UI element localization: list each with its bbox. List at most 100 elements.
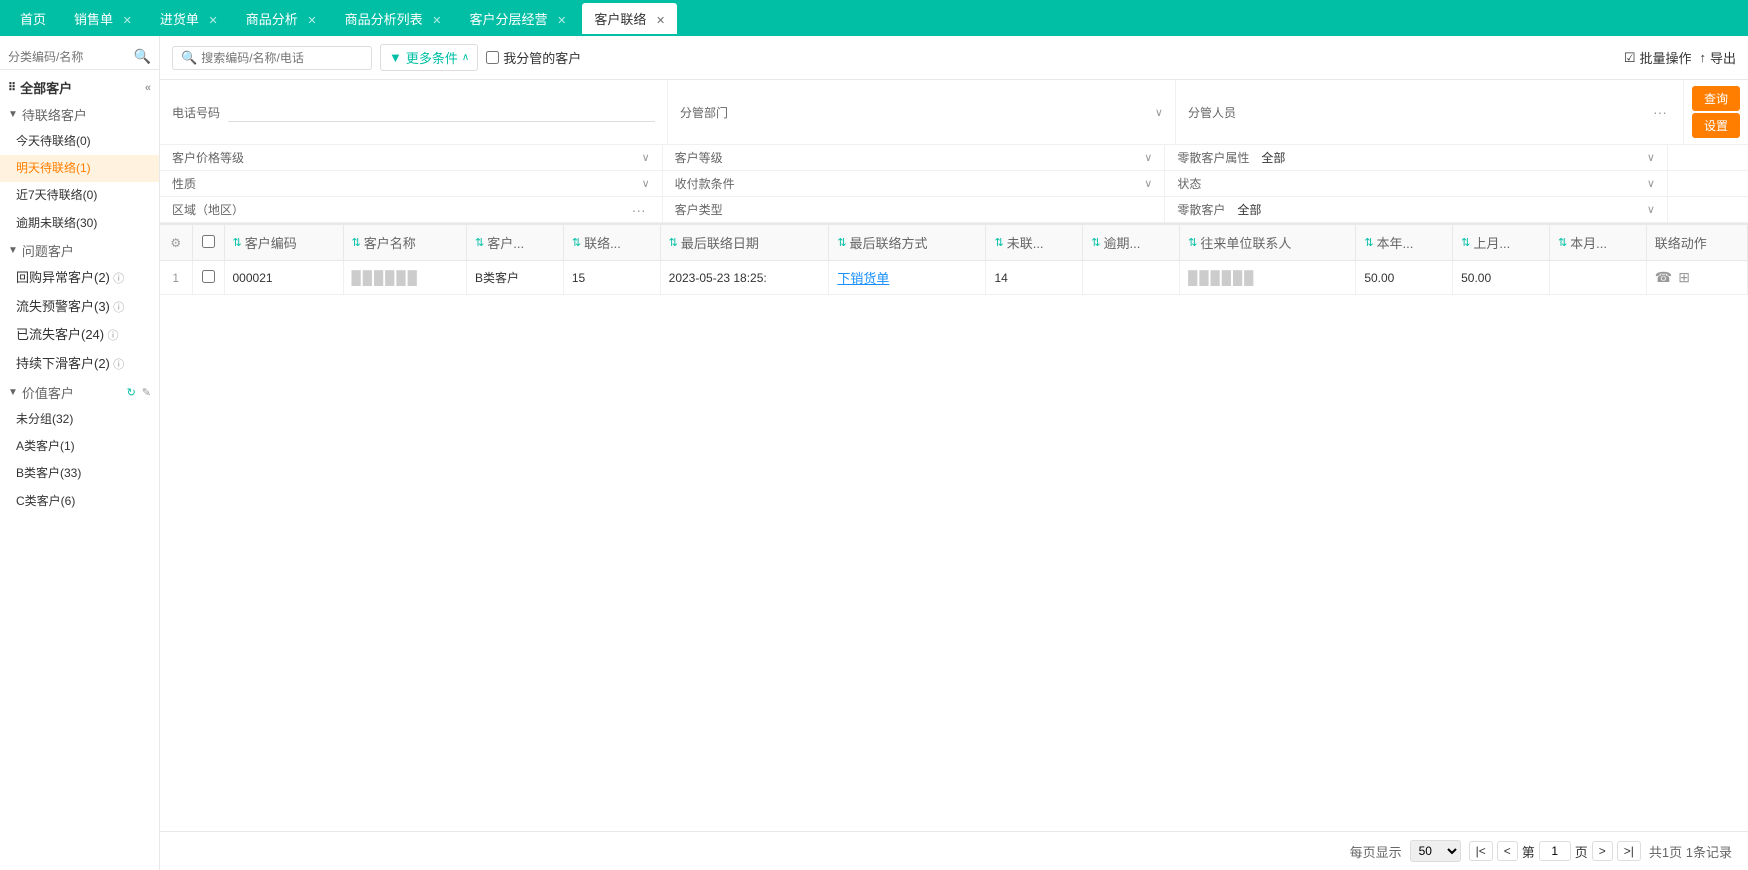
sidebar-item-type-c[interactable]: C类客户(6) — [0, 488, 159, 515]
page-number-input[interactable] — [1539, 841, 1571, 861]
close-customer-tier-icon[interactable]: ✕ — [557, 15, 566, 27]
search-box-icon: 🔍 — [181, 50, 197, 66]
td-last-contact-method: 下销货单 — [829, 261, 986, 295]
sidebar: 🔍 ⠿ 全部客户 « ▼ 待联络客户 今天待联络(0) 明天待联络(1) 近7天… — [0, 36, 160, 870]
search-input[interactable] — [201, 51, 363, 65]
th-customer-code: ⇅ 客户编码 — [224, 225, 343, 261]
td-no-contact: 14 — [986, 261, 1083, 295]
last-page-btn[interactable]: >| — [1617, 841, 1641, 861]
filter-scatter-attr: 零散客户属性 全部 ∨ — [1165, 145, 1668, 170]
prev-page-btn[interactable]: < — [1497, 841, 1518, 861]
sidebar-item-overdue[interactable]: 逾期未联络(30) — [0, 210, 159, 237]
th-check-all[interactable] — [202, 235, 215, 248]
close-sales-icon[interactable]: ✕ — [123, 15, 132, 27]
filter-manager-ellipsis[interactable]: ··· — [1649, 104, 1671, 120]
sidebar-value-group[interactable]: ▼ 价值客户 ↻ ✎ — [0, 379, 159, 406]
td-last-contact-date: 2023-05-23 18:25: — [660, 261, 829, 295]
more-conditions-chevron: ∧ — [462, 52, 469, 63]
th-customer-type: ⇅ 客户... — [467, 225, 564, 261]
table-wrapper: ⚙ ⇅ 客户编码 ⇅ 客户名称 — [160, 225, 1748, 831]
filter-customer-type: 客户类型 — [663, 197, 1166, 222]
nav-customer-contact[interactable]: 客户联络 ✕ — [582, 3, 677, 34]
adv-filter-panel: 电话号码 分管部门 ∨ 分管人员 ··· 查询 设置 — [160, 80, 1748, 225]
filter-scatter-customer-chevron: ∨ — [1647, 203, 1655, 216]
sidebar-item-abnormal[interactable]: 回购异常客户(2) ⓘ — [0, 264, 159, 293]
sidebar-item-type-b[interactable]: B类客户(33) — [0, 460, 159, 487]
th-code-sort-icon: ⇅ — [233, 236, 242, 249]
sidebar-item-ungrouped[interactable]: 未分组(32) — [0, 406, 159, 433]
filter-status: 状态 ∨ — [1165, 171, 1668, 196]
export-icon: ↑ — [1699, 50, 1706, 65]
sidebar-value-edit-icon[interactable]: ✎ — [142, 386, 151, 399]
sidebar-item-warning[interactable]: 流失预警客户(3) ⓘ — [0, 293, 159, 322]
th-last-month-sort-icon: ⇅ — [1461, 236, 1470, 249]
batch-ops-btn[interactable]: ☑ 批量操作 — [1624, 48, 1692, 67]
td-customer-name: ██████ — [343, 261, 466, 295]
sidebar-item-lost[interactable]: 已流失客户(24) ⓘ — [0, 321, 159, 350]
th-year-sort-icon: ⇅ — [1364, 236, 1373, 249]
sidebar-item-today[interactable]: 今天待联络(0) — [0, 128, 159, 155]
nav-sales[interactable]: 销售单 ✕ — [62, 3, 144, 34]
nav-home[interactable]: 首页 — [8, 3, 58, 34]
filter-phone: 电话号码 — [160, 80, 668, 144]
th-type-sort-icon: ⇅ — [475, 236, 484, 249]
sidebar-collapse-icon: « — [145, 82, 151, 94]
filter-customer-grade-chevron: ∨ — [1144, 151, 1152, 164]
filter-bar: 🔍 ▼ 更多条件 ∧ 我分管的客户 ☑ 批量操作 ↑ 导出 — [160, 36, 1748, 80]
td-overdue — [1083, 261, 1180, 295]
query-btn[interactable]: 查询 — [1692, 86, 1740, 111]
sidebar-search-area: 🔍 — [0, 44, 159, 70]
filter-scatter-attr-chevron: ∨ — [1647, 151, 1655, 164]
nav-customer-tier[interactable]: 客户分层经营 ✕ — [457, 3, 578, 34]
close-customer-contact-icon[interactable]: ✕ — [656, 15, 665, 27]
sidebar-item-7days[interactable]: 近7天待联络(0) — [0, 182, 159, 209]
export-btn[interactable]: ↑ 导出 — [1699, 48, 1736, 67]
pagination-bar: 每页显示 50 20 100 200 |< < 第 页 > >| 共1页 1条记… — [160, 831, 1748, 870]
filter-region: 区域（地区） ··· — [160, 197, 663, 222]
sidebar-item-tomorrow[interactable]: 明天待联络(1) — [0, 155, 159, 182]
more-conditions-btn[interactable]: ▼ 更多条件 ∧ — [380, 44, 478, 71]
nav-analysis-list[interactable]: 商品分析列表 ✕ — [333, 3, 454, 34]
td-checkbox[interactable] — [192, 261, 224, 295]
filter-dept-chevron: ∨ — [1155, 106, 1163, 119]
sidebar-dots-icon: ⠿ — [8, 81, 16, 94]
td-unit-contact: ██████ — [1180, 261, 1356, 295]
contact-method-link[interactable]: 下销货单 — [837, 271, 889, 286]
sidebar-search-input[interactable] — [8, 50, 134, 64]
set-btn[interactable]: 设置 — [1692, 113, 1740, 138]
action-grid-icon[interactable]: ⊞ — [1678, 269, 1690, 286]
sidebar-pending-group[interactable]: ▼ 待联络客户 — [0, 101, 159, 128]
action-phone-icon[interactable]: ☎ — [1655, 269, 1672, 286]
next-page-btn[interactable]: > — [1592, 841, 1613, 861]
close-analysis-icon[interactable]: ✕ — [307, 15, 316, 27]
sidebar-item-declining[interactable]: 持续下滑客户(2) ⓘ — [0, 350, 159, 379]
per-page-select[interactable]: 50 20 100 200 — [1410, 840, 1461, 862]
th-date-sort-icon: ⇅ — [669, 236, 678, 249]
filter-customer-grade: 客户等级 ∨ — [663, 145, 1166, 170]
nav-analysis[interactable]: 商品分析 ✕ — [234, 3, 329, 34]
filter-region-ellipsis[interactable]: ··· — [628, 202, 650, 218]
filter-dept-select[interactable]: ∨ — [736, 106, 1163, 119]
close-analysis-list-icon[interactable]: ✕ — [432, 15, 441, 27]
th-settings[interactable]: ⚙ — [160, 225, 192, 261]
sidebar-all-customers[interactable]: ⠿ 全部客户 « — [0, 74, 159, 101]
my-customers-checkbox[interactable] — [486, 51, 499, 64]
sidebar-problem-group[interactable]: ▼ 问题客户 — [0, 237, 159, 264]
th-this-month-sort-icon: ⇅ — [1558, 236, 1567, 249]
first-page-btn[interactable]: |< — [1469, 841, 1493, 861]
sidebar-search-icon: 🔍 — [134, 48, 151, 65]
filter-phone-input[interactable] — [228, 103, 655, 122]
close-purchase-icon[interactable]: ✕ — [209, 15, 218, 27]
my-customers-check[interactable]: 我分管的客户 — [486, 48, 581, 67]
filter-funnel-icon: ▼ — [389, 50, 402, 65]
nav-purchase[interactable]: 进货单 ✕ — [148, 3, 230, 34]
customer-name-masked: ██████ — [352, 270, 419, 285]
sidebar-item-type-a[interactable]: A类客户(1) — [0, 433, 159, 460]
th-unit-contact: ⇅ 往来单位联系人 — [1180, 225, 1356, 261]
row-checkbox[interactable] — [202, 270, 215, 283]
pagination-nav: |< < 第 页 > >| — [1469, 841, 1641, 861]
th-checkbox[interactable] — [192, 225, 224, 261]
unit-contact-masked: ██████ — [1188, 270, 1255, 285]
sidebar-value-refresh-icon[interactable]: ↻ — [127, 386, 136, 399]
top-nav: 首页 销售单 ✕ 进货单 ✕ 商品分析 ✕ 商品分析列表 ✕ 客户分层经营 ✕ … — [0, 0, 1748, 36]
